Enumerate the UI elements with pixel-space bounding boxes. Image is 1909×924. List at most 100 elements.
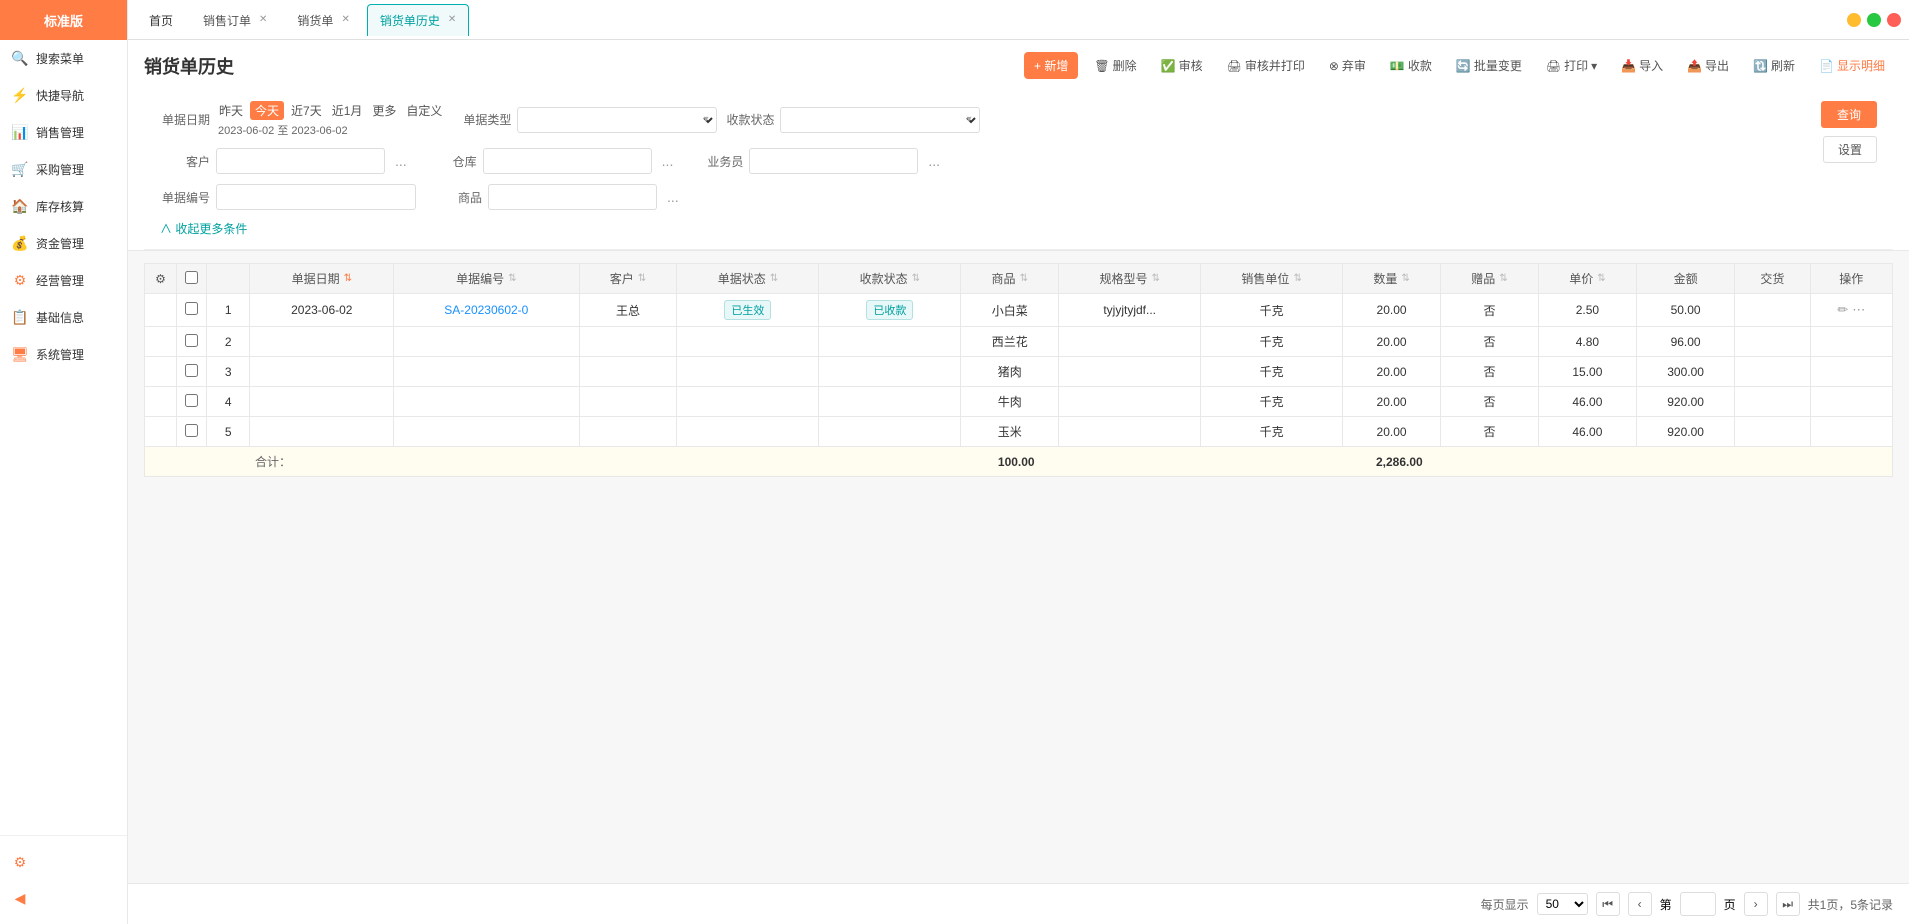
page-size-select[interactable]: 50 100 200 bbox=[1537, 893, 1588, 915]
warehouse-input[interactable] bbox=[483, 148, 652, 174]
refresh-button[interactable]: 🔃 刷新 bbox=[1745, 53, 1803, 78]
tab-sales-order-close[interactable]: ✕ bbox=[259, 15, 267, 25]
row-checkbox[interactable] bbox=[185, 424, 198, 437]
sidebar-item-collapse[interactable]: ◀ bbox=[0, 880, 127, 916]
row-checkbox[interactable] bbox=[185, 302, 198, 315]
sidebar-item-sales-mgmt[interactable]: 📊 销售管理 bbox=[0, 114, 127, 151]
row-checkbox[interactable] bbox=[185, 394, 198, 407]
collect-status-label: 收款状态 bbox=[724, 111, 774, 128]
shortcut-yesterday[interactable]: 昨天 bbox=[216, 101, 246, 120]
shortcut-custom[interactable]: 自定义 bbox=[403, 101, 445, 120]
col-docno[interactable]: 单据编号 ⇅ bbox=[394, 264, 579, 294]
col-unit[interactable]: 销售单位 ⇅ bbox=[1201, 264, 1343, 294]
export-button[interactable]: 📤 导出 bbox=[1679, 53, 1737, 78]
cell-docno bbox=[394, 327, 579, 357]
row-checkbox[interactable] bbox=[185, 334, 198, 347]
shortcut-7days[interactable]: 近7天 bbox=[288, 101, 325, 120]
set-button[interactable]: 设置 bbox=[1823, 136, 1877, 163]
sidebar-item-quick-nav[interactable]: ⚡ 快捷导航 bbox=[0, 77, 127, 114]
more-action-button[interactable]: ⋯ bbox=[1852, 302, 1865, 318]
abandon-icon: ⊗ bbox=[1329, 59, 1339, 73]
tab-sales-delivery-close[interactable]: ✕ bbox=[341, 15, 349, 25]
new-button[interactable]: + 新增 bbox=[1024, 52, 1078, 79]
first-page-button[interactable]: ⏮ bbox=[1596, 892, 1620, 916]
cell-check[interactable] bbox=[177, 387, 207, 417]
cell-check[interactable] bbox=[177, 357, 207, 387]
collapse-button[interactable]: ∧ 收起更多条件 bbox=[160, 220, 1805, 237]
sidebar-item-search-menu[interactable]: 🔍 搜索菜单 bbox=[0, 40, 127, 77]
print-button[interactable]: 🖨 打印 ▾ bbox=[1538, 53, 1605, 78]
review-print-button[interactable]: 🖨 审核并打印 bbox=[1219, 53, 1313, 78]
col-doc-status[interactable]: 单据状态 ⇅ bbox=[677, 264, 819, 294]
doc-no-link[interactable]: SA-20230602-0 bbox=[444, 303, 528, 317]
tab-sales-history-close[interactable]: ✕ bbox=[448, 15, 456, 25]
sidebar-item-purchase-mgmt[interactable]: 🛒 采购管理 bbox=[0, 151, 127, 188]
page-number-input[interactable]: 1 bbox=[1680, 892, 1716, 916]
cell-check[interactable] bbox=[177, 327, 207, 357]
shortcut-more[interactable]: 更多 bbox=[369, 101, 399, 120]
tab-sales-history[interactable]: 销货单历史 ✕ bbox=[367, 4, 469, 36]
tab-sales-delivery[interactable]: 销货单 ✕ bbox=[284, 4, 362, 36]
table-footer: 合计： 100.00 2,286.00 bbox=[144, 447, 1893, 477]
cell-spec bbox=[1059, 387, 1201, 417]
cell-date bbox=[250, 327, 394, 357]
shortcut-today[interactable]: 今天 bbox=[250, 101, 284, 120]
col-collect-status[interactable]: 收款状态 ⇅ bbox=[819, 264, 961, 294]
review-button[interactable]: ✅ 审核 bbox=[1153, 53, 1211, 78]
delete-button[interactable]: 🗑 删除 bbox=[1086, 53, 1144, 78]
row-checkbox[interactable] bbox=[185, 364, 198, 377]
table-header: ⚙ 单据日期 ⇅ 单据编号 ⇅ bbox=[145, 264, 1893, 294]
col-gift[interactable]: 赠品 ⇅ bbox=[1441, 264, 1539, 294]
query-button[interactable]: 查询 bbox=[1821, 101, 1877, 128]
col-spec[interactable]: 规格型号 ⇅ bbox=[1059, 264, 1201, 294]
cell-qty: 20.00 bbox=[1343, 387, 1441, 417]
col-price[interactable]: 单价 ⇅ bbox=[1538, 264, 1636, 294]
customer-select-button[interactable]: ... bbox=[391, 153, 411, 169]
col-date[interactable]: 单据日期 ⇅ bbox=[250, 264, 394, 294]
next-page-button[interactable]: › bbox=[1744, 892, 1768, 916]
maximize-button[interactable] bbox=[1867, 13, 1881, 27]
total-label: 合计： bbox=[153, 453, 303, 470]
staff-input[interactable] bbox=[749, 148, 918, 174]
import-button[interactable]: 📥 导入 bbox=[1613, 53, 1671, 78]
col-goods[interactable]: 商品 ⇅ bbox=[961, 264, 1059, 294]
sidebar-item-fund-mgmt[interactable]: 💰 资金管理 bbox=[0, 225, 127, 262]
col-customer[interactable]: 客户 ⇅ bbox=[579, 264, 677, 294]
customer-input[interactable] bbox=[216, 148, 385, 174]
prev-page-button[interactable]: ‹ bbox=[1628, 892, 1652, 916]
show-detail-button[interactable]: 📄 显示明细 bbox=[1811, 53, 1893, 78]
cell-check[interactable] bbox=[177, 294, 207, 327]
col-seq bbox=[207, 264, 250, 294]
col-gear[interactable]: ⚙ bbox=[145, 264, 177, 294]
sidebar-item-ops-mgmt[interactable]: ⚙ 经营管理 bbox=[0, 262, 127, 299]
filter-group-collect-status: 收款状态 ▾ bbox=[724, 107, 971, 133]
select-all-checkbox[interactable] bbox=[185, 271, 198, 284]
staff-select-button[interactable]: ... bbox=[924, 153, 944, 169]
batch-change-button[interactable]: 🔄 批量变更 bbox=[1448, 53, 1530, 78]
goods-select-button[interactable]: ... bbox=[663, 189, 683, 205]
review-print-icon: 🖨 bbox=[1227, 59, 1242, 73]
doctype-select[interactable] bbox=[517, 107, 717, 133]
collect-button[interactable]: 💵 收款 bbox=[1382, 53, 1440, 78]
abandon-button[interactable]: ⊗ 弃审 bbox=[1321, 53, 1374, 78]
collect-status-select[interactable] bbox=[780, 107, 980, 133]
cell-date bbox=[250, 417, 394, 447]
print-dropdown-icon: ▾ bbox=[1591, 59, 1597, 73]
sidebar-item-inventory[interactable]: 🏠 库存核算 bbox=[0, 188, 127, 225]
last-page-button[interactable]: ⏭ bbox=[1776, 892, 1800, 916]
edit-action-button[interactable]: ✏ bbox=[1837, 302, 1848, 318]
warehouse-select-button[interactable]: ... bbox=[658, 153, 678, 169]
cell-check[interactable] bbox=[177, 417, 207, 447]
sidebar-item-sys-mgmt[interactable]: 🖥 系统管理 bbox=[0, 336, 127, 373]
col-qty[interactable]: 数量 ⇅ bbox=[1343, 264, 1441, 294]
shortcut-1month[interactable]: 近1月 bbox=[329, 101, 366, 120]
sidebar-item-settings[interactable]: ⚙ bbox=[0, 844, 127, 880]
docno-input[interactable] bbox=[216, 184, 416, 210]
minimize-button[interactable] bbox=[1847, 13, 1861, 27]
close-button[interactable] bbox=[1887, 13, 1901, 27]
goods-input[interactable] bbox=[488, 184, 657, 210]
tab-sales-order[interactable]: 销售订单 ✕ bbox=[190, 4, 280, 36]
sidebar-item-basic-info[interactable]: 📋 基础信息 bbox=[0, 299, 127, 336]
col-check[interactable] bbox=[177, 264, 207, 294]
tab-home[interactable]: 首页 bbox=[136, 4, 186, 36]
